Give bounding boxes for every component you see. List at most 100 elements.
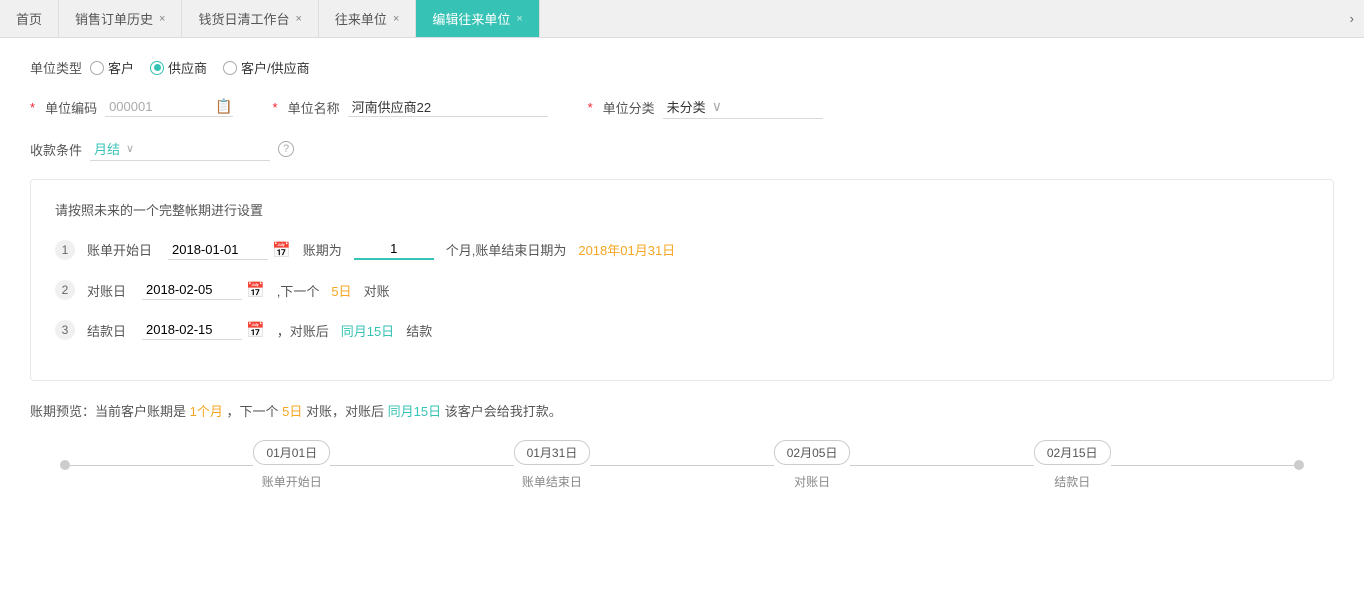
preview-prefix: 账期预览：当前客户账期是 [30,404,186,419]
radio-supplier[interactable]: 供应商 [150,58,207,77]
timeline: 01月01日 账单开始日 01月31日 账单结束日 02月05日 对账日 02月… [30,440,1334,490]
radio-group: 客户 供应商 客户/供应商 [90,58,310,77]
payment-value: 月结 [94,139,120,158]
timeline-line-5 [1111,465,1294,466]
preview-part2-prefix: ，下一个 [227,404,279,419]
period-label: 账期为 [303,240,342,259]
reconcile-desc-prefix: ,下一个 [277,281,320,300]
tab-close-edit-partner[interactable]: × [516,13,522,25]
tab-partner[interactable]: 往来单位 × [319,0,416,37]
timeline-start-dot [60,460,70,470]
preview-part1: 1个月 [190,404,223,419]
period-unit: 个月,账单结束日期为 [446,240,567,259]
row-label-2: 对账日 [87,281,126,300]
radio-customer-supplier-circle [223,61,237,75]
tab-home[interactable]: 首页 [0,0,59,37]
settings-title: 请按照未来的一个完整帐期进行设置 [55,200,1309,219]
unit-name-group: * 单位名称 [273,97,548,117]
preview-suffix: 该客户会给我打款。 [445,404,562,419]
required-name: * [273,100,278,115]
timeline-node-1: 01月01日 账单开始日 [253,440,330,490]
date-input-group-3: 📅 [142,320,265,340]
tab-close-sales-history[interactable]: × [159,13,165,25]
timeline-line-4 [850,465,1033,466]
unit-category-select[interactable]: 未分类 ∨ [663,95,823,119]
date-input-3[interactable] [142,320,242,340]
radio-supplier-circle [150,61,164,75]
timeline-node-3: 02月05日 对账日 [774,440,851,490]
preview-part2-highlight: 5日 [282,404,302,419]
row-num-2: 2 [55,280,75,300]
payment-select[interactable]: 月结 ∨ [90,137,270,161]
unit-code-group: * 单位编码 📋 [30,97,233,117]
radio-customer-supplier[interactable]: 客户/供应商 [223,58,310,77]
timeline-badge-3: 02月05日 [774,440,851,465]
preview-part2-suffix: 对账，对账后 [306,404,384,419]
tab-close-cash-daily[interactable]: × [295,13,301,25]
row-num-3: 3 [55,320,75,340]
unit-info-row: * 单位编码 📋 * 单位名称 * 单位分类 未分类 ∨ [30,95,1334,119]
timeline-label-3: 对账日 [794,473,830,490]
radio-customer-supplier-label: 客户/供应商 [241,58,310,77]
tab-sales-history[interactable]: 销售订单历史 × [59,0,182,37]
timeline-badge-1: 01月01日 [253,440,330,465]
required-category: * [588,100,593,115]
settings-row-1: 1 账单开始日 📅 账期为 个月,账单结束日期为 2018年01月31日 [55,239,1309,260]
tab-bar: 首页 销售订单历史 × 钱货日清工作台 × 往来单位 × 编辑往来单位 × › [0,0,1364,38]
preview-part3-highlight: 同月15日 [388,404,441,419]
unit-name-input[interactable] [348,97,548,117]
timeline-label-1: 账单开始日 [262,473,322,490]
unit-code-input[interactable] [105,97,215,116]
payment-label: 收款条件 [30,140,82,159]
timeline-line-2 [330,465,513,466]
timeline-end-dot [1294,460,1304,470]
date-input-group-1: 📅 [168,240,291,260]
tab-edit-partner[interactable]: 编辑往来单位 × [416,0,539,37]
unit-category-label: 单位分类 [603,98,655,117]
tab-more-button[interactable]: › [1340,0,1364,37]
row-label-1: 账单开始日 [87,240,152,259]
payment-highlight: 同月15日 [341,321,394,340]
date-input-1[interactable] [168,240,268,260]
calendar-icon-2[interactable]: 📅 [246,281,265,299]
timeline-node-4: 02月15日 结款日 [1034,440,1111,490]
date-input-2[interactable] [142,280,242,300]
row-label-3: 结款日 [87,321,126,340]
payment-help-icon[interactable]: ? [278,141,294,157]
calendar-icon-1[interactable]: 📅 [272,241,291,259]
period-end-date: 2018年01月31日 [578,240,675,259]
preview-text: 账期预览：当前客户账期是 1个月 ，下一个 5日 对账，对账后 同月15日 该客… [30,401,1334,420]
tab-close-partner[interactable]: × [393,13,399,25]
category-chevron-icon: ∨ [712,98,722,115]
settings-box: 请按照未来的一个完整帐期进行设置 1 账单开始日 📅 账期为 个月,账单结束日期… [30,179,1334,381]
unit-type-row: 单位类型 客户 供应商 客户/供应商 [30,58,1334,77]
reconcile-highlight: 5日 [331,281,351,300]
timeline-label-4: 结款日 [1054,473,1090,490]
row-num-1: 1 [55,240,75,260]
unit-name-label: 单位名称 [288,98,340,117]
period-input[interactable] [354,239,434,260]
preview-section: 账期预览：当前客户账期是 1个月 ，下一个 5日 对账，对账后 同月15日 该客… [30,401,1334,490]
calendar-icon-3[interactable]: 📅 [246,321,265,339]
radio-supplier-label: 供应商 [168,58,207,77]
unit-type-label: 单位类型 [30,58,82,77]
payment-desc-prefix: ，对账后 [277,321,329,340]
payment-row: 收款条件 月结 ∨ ? [30,137,1334,161]
timeline-line-3 [590,465,773,466]
unit-code-calendar-icon[interactable]: 📋 [215,98,232,115]
timeline-label-2: 账单结束日 [522,473,582,490]
timeline-node-2: 01月31日 账单结束日 [514,440,591,490]
date-input-group-2: 📅 [142,280,265,300]
radio-customer-label: 客户 [108,58,134,77]
radio-customer[interactable]: 客户 [90,58,134,77]
unit-code-input-wrapper: 📋 [105,97,232,117]
payment-desc-suffix: 结款 [406,321,432,340]
radio-customer-circle [90,61,104,75]
payment-chevron-icon: ∨ [126,142,134,155]
tab-cash-daily[interactable]: 钱货日清工作台 × [182,0,318,37]
settings-row-2: 2 对账日 📅 ,下一个 5日 对账 [55,280,1309,300]
unit-code-label: 单位编码 [45,98,97,117]
settings-row-3: 3 结款日 📅 ，对账后 同月15日 结款 [55,320,1309,340]
payment-group: 收款条件 月结 ∨ ? [30,137,294,161]
unit-category-group: * 单位分类 未分类 ∨ [588,95,823,119]
